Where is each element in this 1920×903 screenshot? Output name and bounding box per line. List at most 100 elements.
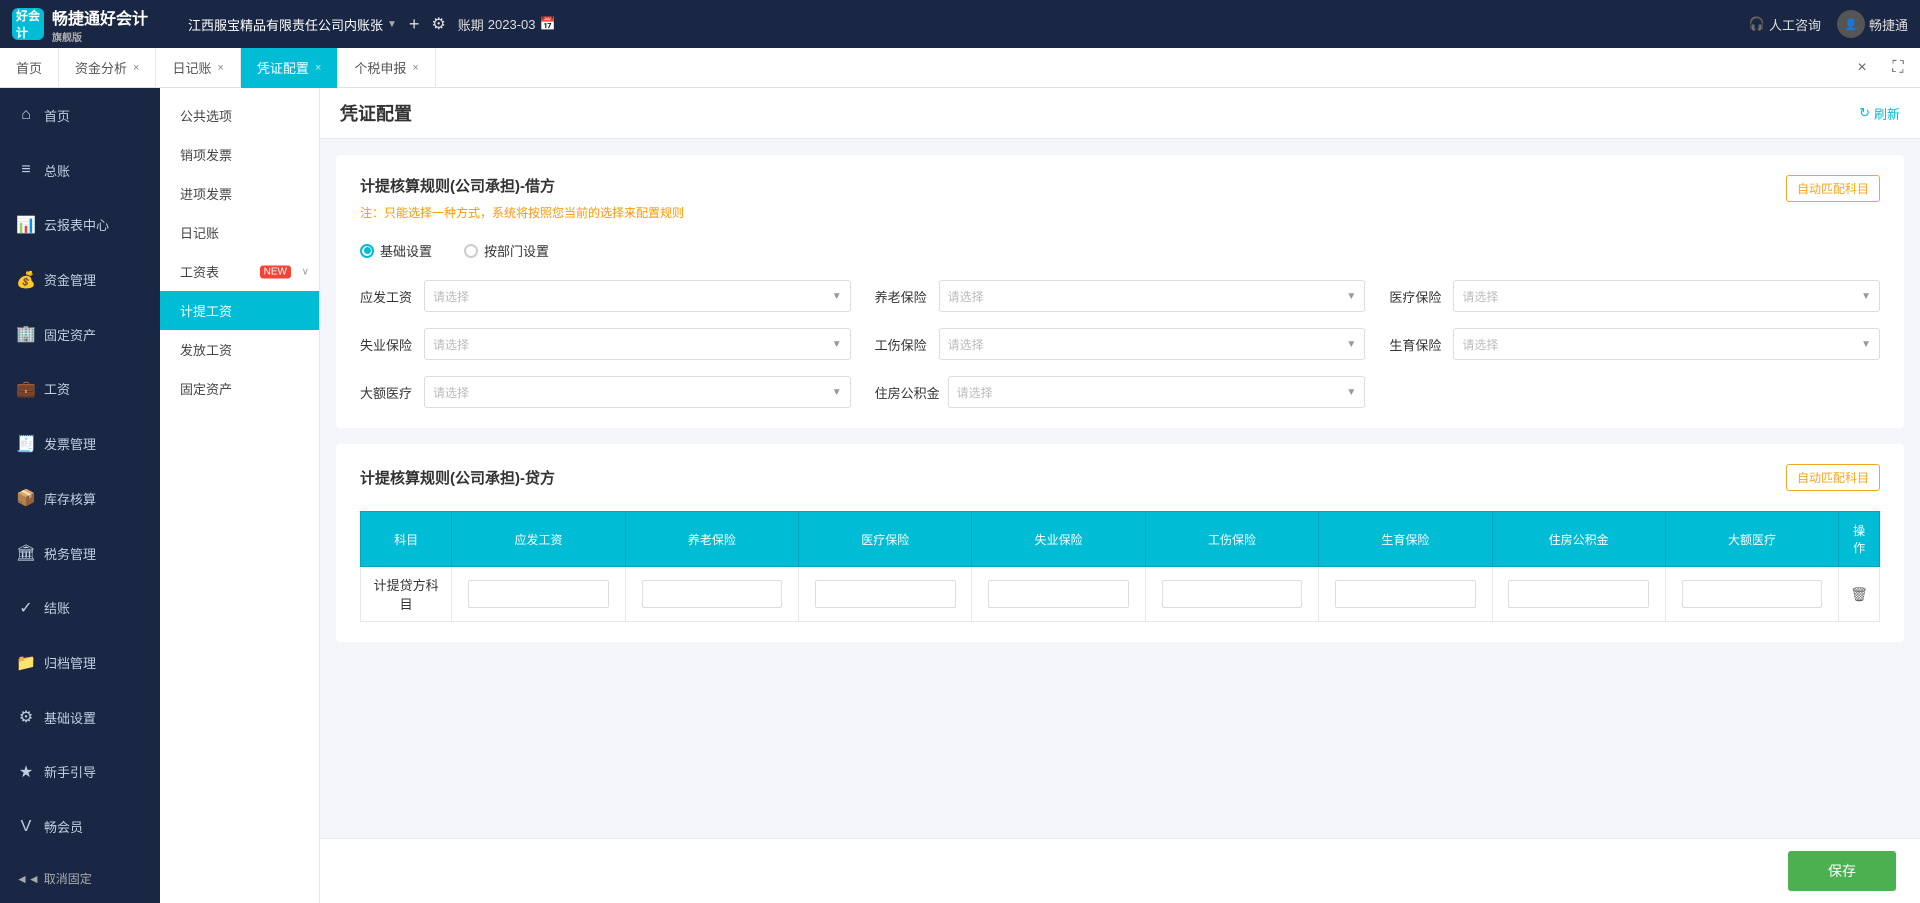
sidebar-item-invoice-mgmt[interactable]: 🧾 发票管理 [0,416,160,471]
sidebar-item-fund-mgmt[interactable]: 💰 资金管理 [0,252,160,307]
new-badge: NEW [260,265,291,278]
tab-fund-analysis-label: 资金分析 [75,58,127,77]
maternity-select[interactable]: 请选择 ▼ [1453,328,1880,360]
sub-nav-public-label: 公共选项 [180,109,232,124]
add-account-icon[interactable]: + [409,14,420,35]
housing-fund-input[interactable] [1508,580,1649,608]
archive-icon: 📁 [16,653,36,673]
tab-voucher-config-close[interactable]: × [315,62,321,74]
cancel-fixed-label: 取消固定 [44,870,92,887]
maternity-input[interactable] [1335,580,1476,608]
sidebar-item-archive[interactable]: 📁 归档管理 [0,635,160,690]
tab-voucher-config[interactable]: 凭证配置 × [241,48,338,88]
tab-tax-report[interactable]: 个税申报 × [338,48,435,88]
tab-home-label: 首页 [16,58,42,77]
sidebar: ⌂ 首页 ≡ 总账 📊 云报表中心 💰 资金管理 🏢 固定资产 💼 工资 🧾 发… [0,88,160,903]
gross-salary-input[interactable] [468,580,609,608]
inventory-icon: 📦 [16,488,36,508]
sidebar-item-inventory-label: 库存核算 [44,489,96,508]
sidebar-item-fixed-assets-label: 固定资产 [44,325,96,344]
tab-journal[interactable]: 日记账 × [156,48,240,88]
debit-radio-group: 基础设置 按部门设置 [360,241,1880,260]
pension-select[interactable]: 请选择 ▼ [939,280,1366,312]
tab-fund-analysis-close[interactable]: × [133,62,139,74]
sub-nav-payroll-table[interactable]: 工资表 NEW ∨ [160,252,319,291]
debit-auto-match-button[interactable]: 自动匹配科目 [1786,175,1880,202]
sidebar-item-reports[interactable]: 📊 云报表中心 [0,197,160,252]
sub-nav-public-options[interactable]: 公共选项 [160,96,319,135]
injury-input[interactable] [1162,580,1303,608]
sidebar-item-inventory[interactable]: 📦 库存核算 [0,471,160,526]
delete-row-button[interactable]: 🗑 [1850,586,1868,602]
sidebar-item-payroll[interactable]: 💼 工资 [0,362,160,417]
user-area[interactable]: 👤 畅捷通 [1837,10,1908,38]
housing-fund-arrow-icon: ▼ [1346,387,1356,398]
content-area: 凭证配置 ↻ 刷新 计提核算规则(公司承担)-借方 注：只能选择一种方式，系统将… [320,88,1920,903]
th-maternity: 生育保险 [1319,512,1492,567]
tab-journal-close[interactable]: × [217,62,223,74]
housing-fund-select[interactable]: 请选择 ▼ [948,376,1366,408]
gross-salary-select[interactable]: 请选择 ▼ [424,280,851,312]
th-housing-fund: 住房公积金 [1492,512,1665,567]
sub-nav-purchase-invoice[interactable]: 进项发票 [160,174,319,213]
tab-tax-report-close[interactable]: × [412,62,418,74]
sub-nav-sales-label: 销项发票 [180,148,232,163]
sub-nav-journal-label: 日记账 [180,226,219,241]
injury-select[interactable]: 请选择 ▼ [939,328,1366,360]
sub-nav-release-payroll[interactable]: 发放工资 [160,330,319,369]
th-pension: 养老保险 [625,512,798,567]
unemployment-arrow-icon: ▼ [832,339,842,350]
tab-journal-label: 日记账 [172,58,211,77]
table-row: 计提贷方科目 🗑 [361,567,1880,622]
sub-nav-fixed-assets[interactable]: 固定资产 [160,369,319,408]
save-button[interactable]: 保存 [1788,851,1896,891]
settings-icon[interactable]: ⚙ [431,14,445,34]
sub-nav-accrual-label: 计提工资 [180,304,232,319]
sidebar-item-home[interactable]: ⌂ 首页 [0,88,160,143]
sub-nav-sales-invoice[interactable]: 销项发票 [160,135,319,174]
cancel-fixed-btn[interactable]: ◄◄ 取消固定 [0,862,160,895]
sidebar-item-guide[interactable]: ★ 新手引导 [0,745,160,800]
refresh-button[interactable]: ↻ 刷新 [1859,104,1900,123]
sub-nav-accrual-payroll[interactable]: 计提工资 [160,291,319,330]
sub-nav-journal[interactable]: 日记账 [160,213,319,252]
invoice-icon: 🧾 [16,434,36,454]
td-large-medical-input [1665,567,1838,622]
large-medical-placeholder: 请选择 [433,384,469,401]
large-medical-input[interactable] [1682,580,1823,608]
sidebar-item-tax-mgmt[interactable]: 🏛 税务管理 [0,526,160,581]
app-logo-icon: 好会计 [12,8,44,40]
period-value: 2023-03 [488,17,536,32]
report-icon: 📊 [16,215,36,235]
tab-close-btn[interactable]: × [1848,54,1876,82]
debit-section-title: 计提核算规则(公司承担)-借方 [360,175,684,196]
sidebar-item-general-ledger[interactable]: ≡ 总账 [0,143,160,198]
large-medical-arrow-icon: ▼ [832,387,842,398]
tab-fund-analysis[interactable]: 资金分析 × [59,48,156,88]
radio-dept-settings[interactable]: 按部门设置 [464,241,549,260]
calendar-icon[interactable]: 📅 [540,16,556,32]
medical-select[interactable]: 请选择 ▼ [1453,280,1880,312]
logo-area: 好会计 畅捷通好会计 旗舰版 [12,5,172,44]
unemployment-label: 失业保险 [360,335,416,354]
unemployment-input[interactable] [988,580,1129,608]
tab-expand-btn[interactable]: ⛶ [1884,54,1912,82]
unemployment-select[interactable]: 请选择 ▼ [424,328,851,360]
sub-nav-expand-icon: ∨ [302,266,309,277]
debit-section-card: 计提核算规则(公司承担)-借方 注：只能选择一种方式，系统将按照您当前的选择来配… [336,155,1904,428]
large-medical-select[interactable]: 请选择 ▼ [424,376,851,408]
sub-nav: 公共选项 销项发票 进项发票 日记账 工资表 NEW ∨ 计提工资 发放工资 固… [160,88,320,903]
sidebar-item-settlement[interactable]: ✓ 结账 [0,580,160,635]
tab-home[interactable]: 首页 [0,48,59,88]
pension-input[interactable] [642,580,783,608]
service-button[interactable]: 🎧 人工咨询 [1749,15,1821,34]
td-medical-input [799,567,972,622]
credit-auto-match-button[interactable]: 自动匹配科目 [1786,464,1880,491]
company-selector[interactable]: 江西服宝精品有限责任公司内账张 ▼ [188,15,397,34]
medical-input[interactable] [815,580,956,608]
medical-label: 医疗保险 [1389,287,1445,306]
sidebar-item-fixed-assets[interactable]: 🏢 固定资产 [0,307,160,362]
sidebar-item-vip[interactable]: V 畅会员 [0,799,160,854]
sidebar-item-basic-settings[interactable]: ⚙ 基础设置 [0,690,160,745]
radio-basic-settings[interactable]: 基础设置 [360,241,432,260]
